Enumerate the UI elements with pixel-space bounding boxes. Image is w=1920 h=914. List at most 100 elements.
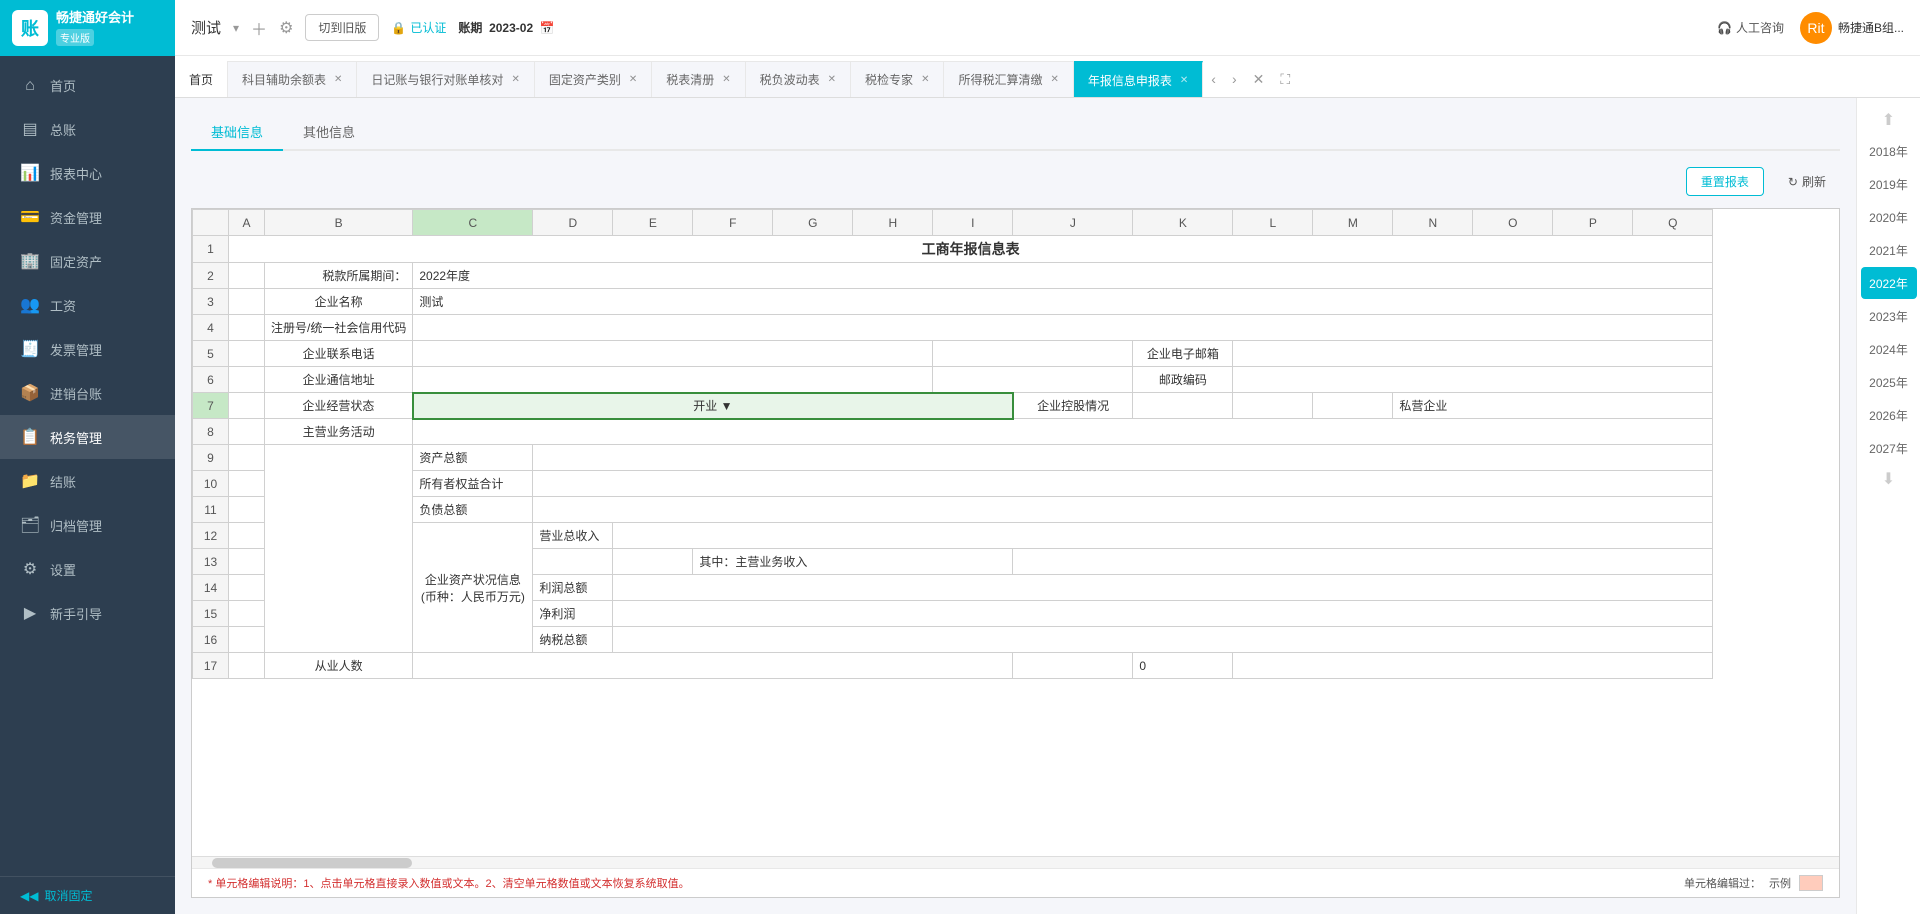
r7-L[interactable] [1233, 393, 1313, 419]
col-header-M[interactable]: M [1313, 210, 1393, 236]
tab-assets-type[interactable]: 固定资产类别✕ [535, 61, 652, 97]
r11-A[interactable] [229, 497, 265, 523]
tab-close-journal[interactable]: ✕ [511, 74, 519, 85]
sidebar-item-ledger[interactable]: ▤总账 [0, 107, 175, 151]
top-bar-dropdown-icon[interactable]: ▾ [233, 21, 239, 35]
r7-N[interactable]: 私营企业 [1393, 393, 1713, 419]
tab-annual[interactable]: 年报信息申报表✕ [1074, 61, 1203, 97]
r17-C[interactable] [413, 653, 1013, 679]
r13-D[interactable] [613, 549, 693, 575]
calendar-icon[interactable]: 📅 [540, 21, 555, 35]
tab-journal[interactable]: 日记账与银行对账单核对✕ [357, 61, 534, 97]
year-item-2024[interactable]: 2024年 [1861, 333, 1917, 365]
sidebar-item-archive[interactable]: 🗂归档管理 [0, 503, 175, 547]
r14-A[interactable] [229, 575, 265, 601]
r16-D[interactable] [613, 627, 1713, 653]
col-header-B[interactable]: B [265, 210, 413, 236]
year-item-2018[interactable]: 2018年 [1861, 135, 1917, 167]
sidebar-item-closing[interactable]: 📁结账 [0, 459, 175, 503]
col-header-Q[interactable]: Q [1633, 210, 1713, 236]
sidebar-item-guide[interactable]: ▶新手引导 [0, 591, 175, 635]
tab-close-income-tax[interactable]: ✕ [1050, 74, 1058, 85]
refresh-button[interactable]: ↻ 刷新 [1774, 167, 1840, 196]
sidebar-item-reports[interactable]: 📊报表中心 [0, 151, 175, 195]
r9-A[interactable] [229, 445, 265, 471]
r10-A[interactable] [229, 471, 265, 497]
r6-A[interactable] [229, 367, 265, 393]
sidebar-item-invoices[interactable]: 🧾发票管理 [0, 327, 175, 371]
col-header-C[interactable]: C [413, 210, 533, 236]
year-item-2021[interactable]: 2021年 [1861, 234, 1917, 266]
r14-D[interactable] [613, 575, 1713, 601]
r4-C[interactable] [413, 315, 1713, 341]
r17-L[interactable] [1233, 653, 1713, 679]
reset-report-button[interactable]: 重置报表 [1686, 167, 1764, 196]
r5-I[interactable] [933, 341, 1133, 367]
sidebar-item-funds[interactable]: 💳资金管理 [0, 195, 175, 239]
r5-A[interactable] [229, 341, 265, 367]
col-header-E[interactable]: E [613, 210, 693, 236]
r13-I[interactable] [1013, 549, 1713, 575]
r3-A[interactable] [229, 289, 265, 315]
r17-A[interactable] [229, 653, 265, 679]
r16-A[interactable] [229, 627, 265, 653]
tab-close-tax-wave[interactable]: ✕ [828, 74, 836, 85]
year-list-down-icon[interactable]: ⬇ [1878, 465, 1899, 493]
year-item-2025[interactable]: 2025年 [1861, 366, 1917, 398]
sidebar-item-settings[interactable]: ⚙设置 [0, 547, 175, 591]
horizontal-scrollbar[interactable] [192, 856, 1839, 868]
r6-C[interactable] [413, 367, 933, 393]
year-item-2027[interactable]: 2027年 [1861, 432, 1917, 464]
tab-tax-wave[interactable]: 税负波动表✕ [746, 61, 851, 97]
tab-home[interactable]: 首页 [175, 61, 228, 97]
spreadsheet-scroll[interactable]: ABCDEFGHIJKLMNOPQ1工商年报信息表2税款所属期间：2022年度3… [192, 209, 1839, 856]
tab-tax-check[interactable]: 税检专家✕ [851, 61, 944, 97]
r4-A[interactable] [229, 315, 265, 341]
r7-A[interactable] [229, 393, 265, 419]
r6-K[interactable] [1233, 367, 1713, 393]
sidebar-item-home[interactable]: ⌂首页 [0, 64, 175, 107]
sidebar-item-payroll[interactable]: 👥工资 [0, 283, 175, 327]
tab-close-annual[interactable]: ✕ [1180, 75, 1188, 86]
tab-expand[interactable]: ⛶ [1272, 61, 1298, 97]
year-list-up-icon[interactable]: ⬆ [1878, 106, 1899, 134]
support-button[interactable]: 🎧 人工咨询 [1717, 19, 1784, 36]
col-header-D[interactable]: D [533, 210, 613, 236]
tab-tax-clear[interactable]: 税表清册✕ [652, 61, 745, 97]
r13-C[interactable] [533, 549, 613, 575]
tab-close-aux[interactable]: ✕ [334, 74, 342, 85]
r17-K[interactable]: 0 [1133, 653, 1233, 679]
year-item-2023[interactable]: 2023年 [1861, 300, 1917, 332]
user-menu[interactable]: Rit 畅捷通B组... [1800, 12, 1904, 44]
r8-A[interactable] [229, 419, 265, 445]
tab-close-all[interactable]: ✕ [1245, 61, 1273, 97]
r15-D[interactable] [613, 601, 1713, 627]
sidebar-collapse-button[interactable]: ◀◀ 取消固定 [0, 876, 175, 914]
sub-tab-other[interactable]: 其他信息 [283, 114, 375, 151]
r6-I[interactable] [933, 367, 1133, 393]
r7-M[interactable] [1313, 393, 1393, 419]
r5-C[interactable] [413, 341, 933, 367]
col-header-J[interactable]: J [1013, 210, 1133, 236]
year-item-2022[interactable]: 2022年 [1861, 267, 1917, 299]
tab-income-tax[interactable]: 所得税汇算清缴✕ [944, 61, 1073, 97]
col-header-H[interactable]: H [853, 210, 933, 236]
tab-aux[interactable]: 科目辅助余额表✕ [228, 61, 357, 97]
r9-D[interactable] [533, 445, 1713, 471]
r7-K[interactable] [1133, 393, 1233, 419]
year-item-2020[interactable]: 2020年 [1861, 201, 1917, 233]
col-header-F[interactable]: F [693, 210, 773, 236]
r7-C[interactable]: 开业 ▼ [413, 393, 1013, 419]
sidebar-item-tax[interactable]: 📋税务管理 [0, 415, 175, 459]
r13-A[interactable] [229, 549, 265, 575]
tab-close-assets-type[interactable]: ✕ [629, 74, 637, 85]
tab-nav-left[interactable]: ‹ [1203, 61, 1224, 97]
tab-close-tax-clear[interactable]: ✕ [722, 74, 730, 85]
sidebar-item-inventory[interactable]: 📦进销台账 [0, 371, 175, 415]
r15-A[interactable] [229, 601, 265, 627]
r8-C[interactable] [413, 419, 1713, 445]
col-header-I[interactable]: I [933, 210, 1013, 236]
sidebar-item-assets[interactable]: 🏢固定资产 [0, 239, 175, 283]
col-header-P[interactable]: P [1553, 210, 1633, 236]
col-header-K[interactable]: K [1133, 210, 1233, 236]
